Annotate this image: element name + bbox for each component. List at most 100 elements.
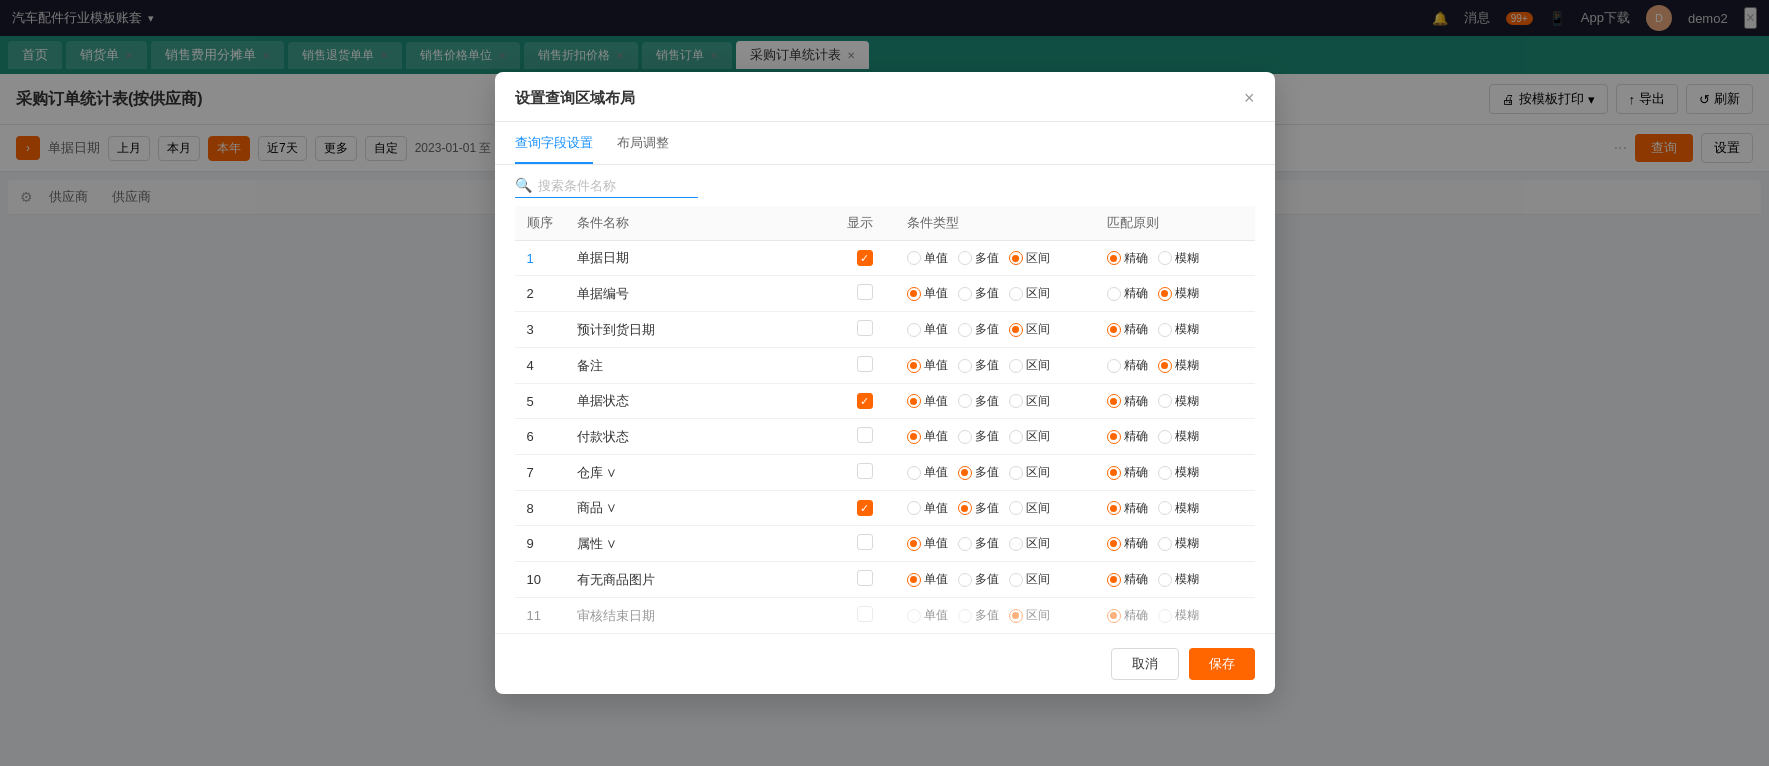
radio-match-fuzzy[interactable]: 模糊	[1158, 500, 1199, 517]
radio-type-range[interactable]: 区间	[1009, 250, 1050, 267]
radio-type-single[interactable]: 单值	[907, 500, 948, 517]
radio-match-exact[interactable]: 精确	[1107, 250, 1148, 267]
radio-type-multi[interactable]: 多值	[958, 393, 999, 410]
radio-type-range[interactable]: 区间	[1009, 285, 1050, 302]
radio-match-exact[interactable]: 精确	[1107, 393, 1148, 410]
radio-match-fuzzy[interactable]: 模糊	[1158, 321, 1199, 338]
radio-match-fuzzy[interactable]: 模糊	[1158, 428, 1199, 445]
display-checkbox[interactable]	[857, 534, 873, 550]
radio-match-fuzzy[interactable]: 模糊	[1158, 464, 1199, 481]
cell-display[interactable]	[835, 598, 895, 634]
radio-type-range[interactable]: 区间	[1009, 571, 1050, 588]
th-type: 条件类型	[895, 206, 1095, 241]
cell-display[interactable]	[835, 312, 895, 348]
cell-display[interactable]	[835, 241, 895, 276]
radio-type-range[interactable]: 区间	[1009, 357, 1050, 374]
cell-display[interactable]	[835, 526, 895, 562]
cell-display[interactable]	[835, 348, 895, 384]
tab-layout-adjust[interactable]: 布局调整	[617, 134, 669, 164]
display-checkbox[interactable]	[857, 500, 873, 516]
cell-type: 单值多值区间	[895, 348, 1095, 384]
radio-type-single[interactable]: 单值	[907, 428, 948, 445]
cell-order: 2	[515, 276, 565, 312]
radio-type-single[interactable]: 单值	[907, 285, 948, 302]
radio-type-range[interactable]: 区间	[1009, 393, 1050, 410]
display-checkbox[interactable]	[857, 570, 873, 586]
cell-match: 精确模糊	[1095, 348, 1255, 384]
radio-match-fuzzy[interactable]: 模糊	[1158, 357, 1199, 374]
display-checkbox[interactable]	[857, 463, 873, 479]
display-checkbox[interactable]	[857, 250, 873, 266]
radio-type-single[interactable]: 单值	[907, 250, 948, 267]
radio-circle-range	[1009, 287, 1023, 301]
cell-display[interactable]	[835, 455, 895, 491]
radio-type-multi[interactable]: 多值	[958, 607, 999, 624]
radio-match-exact[interactable]: 精确	[1107, 285, 1148, 302]
condition-search-input[interactable]	[538, 178, 698, 193]
radio-type-multi[interactable]: 多值	[958, 357, 999, 374]
display-checkbox[interactable]	[857, 356, 873, 372]
radio-type-single[interactable]: 单值	[907, 535, 948, 552]
radio-circle-match-fuzzy	[1158, 573, 1172, 587]
radio-type-range[interactable]: 区间	[1009, 535, 1050, 552]
radio-circle-range	[1009, 251, 1023, 265]
radio-type-range[interactable]: 区间	[1009, 464, 1050, 481]
radio-match-exact[interactable]: 精确	[1107, 535, 1148, 552]
radio-type-range[interactable]: 区间	[1009, 607, 1050, 624]
cancel-button[interactable]: 取消	[1111, 648, 1179, 680]
table-row: 11审核结束日期单值多值区间精确模糊	[515, 598, 1255, 634]
display-checkbox[interactable]	[857, 393, 873, 409]
radio-circle-range	[1009, 609, 1023, 623]
radio-type-single[interactable]: 单值	[907, 464, 948, 481]
radio-match-fuzzy[interactable]: 模糊	[1158, 285, 1199, 302]
radio-type-range[interactable]: 区间	[1009, 500, 1050, 517]
radio-type-multi[interactable]: 多值	[958, 464, 999, 481]
cell-display[interactable]	[835, 562, 895, 598]
cell-display[interactable]	[835, 276, 895, 312]
radio-type-single[interactable]: 单值	[907, 571, 948, 588]
radio-type-multi[interactable]: 多值	[958, 285, 999, 302]
radio-type-single[interactable]: 单值	[907, 321, 948, 338]
display-checkbox[interactable]	[857, 427, 873, 443]
radio-type-multi[interactable]: 多值	[958, 428, 999, 445]
display-checkbox[interactable]	[857, 284, 873, 300]
cell-name: 单据编号	[565, 276, 835, 312]
radio-type-single[interactable]: 单值	[907, 607, 948, 624]
radio-match-exact[interactable]: 精确	[1107, 321, 1148, 338]
radio-match-fuzzy[interactable]: 模糊	[1158, 535, 1199, 552]
cell-display[interactable]	[835, 419, 895, 455]
radio-type-single[interactable]: 单值	[907, 357, 948, 374]
radio-match-exact[interactable]: 精确	[1107, 571, 1148, 588]
display-checkbox[interactable]	[857, 320, 873, 336]
cell-display[interactable]	[835, 491, 895, 526]
radio-match-exact[interactable]: 精确	[1107, 428, 1148, 445]
radio-match-fuzzy[interactable]: 模糊	[1158, 607, 1199, 624]
radio-match-fuzzy[interactable]: 模糊	[1158, 571, 1199, 588]
radio-type-multi[interactable]: 多值	[958, 250, 999, 267]
radio-circle-range	[1009, 573, 1023, 587]
radio-match-exact[interactable]: 精确	[1107, 500, 1148, 517]
cell-name: 有无商品图片	[565, 562, 835, 598]
radio-match-fuzzy[interactable]: 模糊	[1158, 250, 1199, 267]
radio-circle-single	[907, 537, 921, 551]
table-row: 8商品 ∨单值多值区间精确模糊	[515, 491, 1255, 526]
radio-match-exact[interactable]: 精确	[1107, 464, 1148, 481]
modal-close-button[interactable]: ×	[1244, 88, 1255, 109]
radio-type-range[interactable]: 区间	[1009, 321, 1050, 338]
tab-query-fields[interactable]: 查询字段设置	[515, 134, 593, 164]
save-button[interactable]: 保存	[1189, 648, 1255, 680]
radio-match-fuzzy[interactable]: 模糊	[1158, 393, 1199, 410]
radio-type-multi[interactable]: 多值	[958, 321, 999, 338]
radio-circle-multi	[958, 573, 972, 587]
radio-match-exact[interactable]: 精确	[1107, 607, 1148, 624]
radio-type-multi[interactable]: 多值	[958, 571, 999, 588]
cell-match: 精确模糊	[1095, 526, 1255, 562]
radio-type-multi[interactable]: 多值	[958, 500, 999, 517]
radio-type-single[interactable]: 单值	[907, 393, 948, 410]
table-row: 1单据日期单值多值区间精确模糊	[515, 241, 1255, 276]
radio-match-exact[interactable]: 精确	[1107, 357, 1148, 374]
display-checkbox[interactable]	[857, 606, 873, 622]
cell-display[interactable]	[835, 384, 895, 419]
radio-type-multi[interactable]: 多值	[958, 535, 999, 552]
radio-type-range[interactable]: 区间	[1009, 428, 1050, 445]
